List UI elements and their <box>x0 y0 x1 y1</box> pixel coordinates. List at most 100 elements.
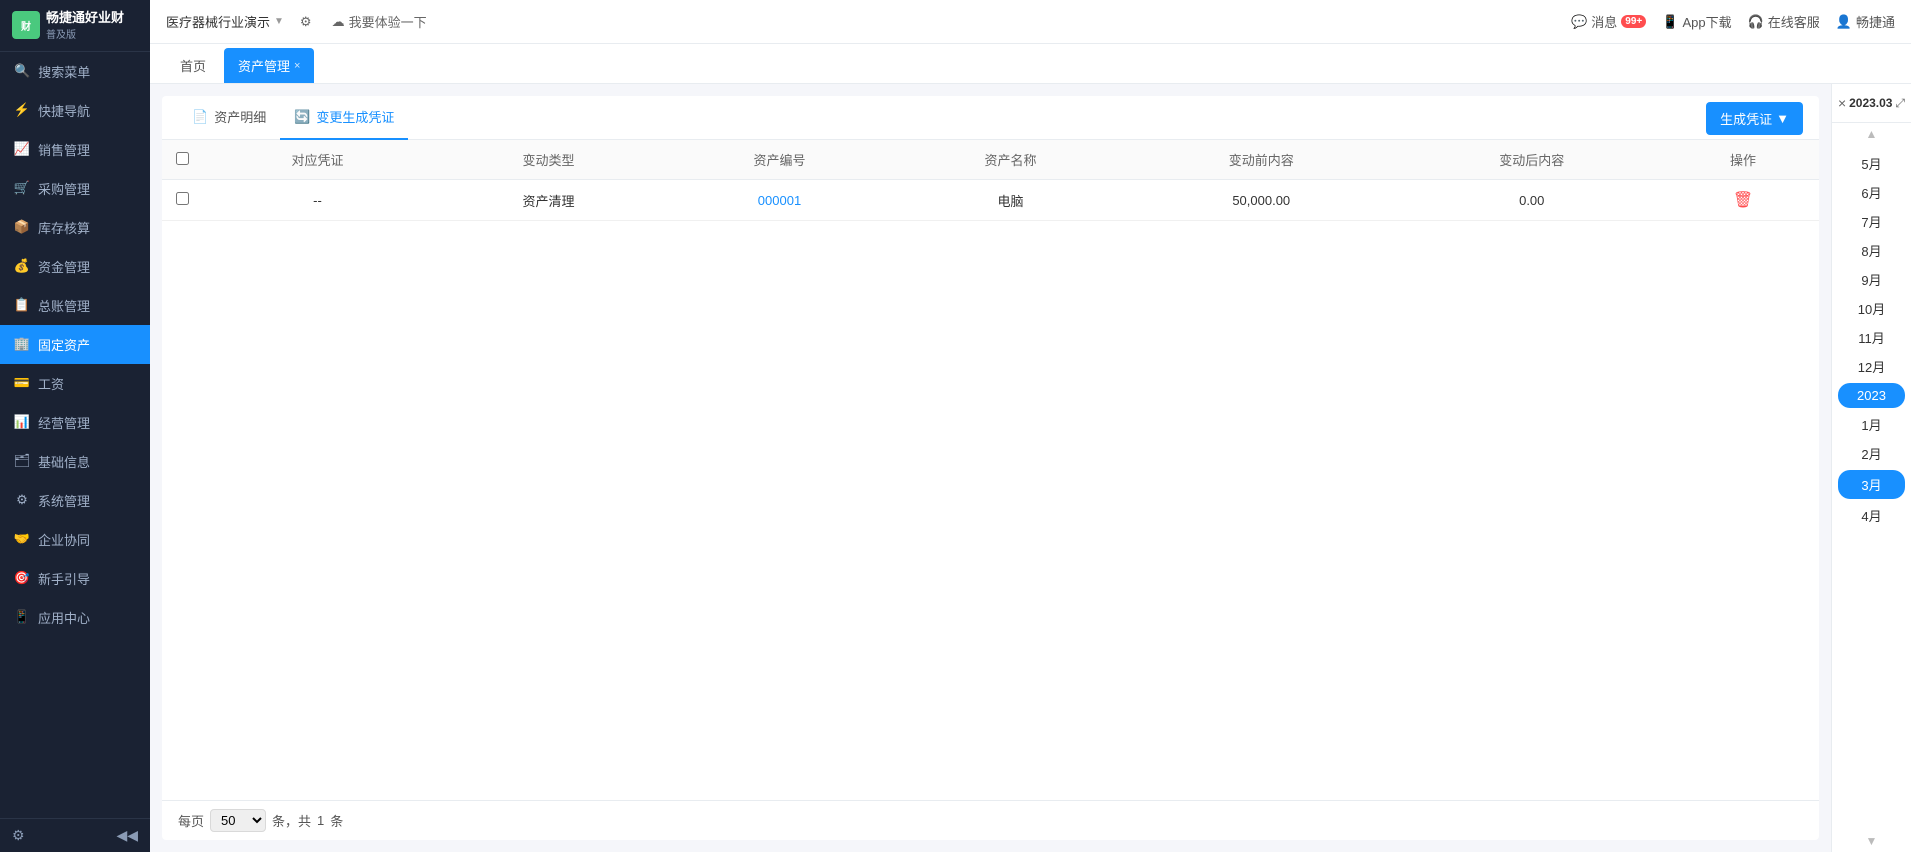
nav-label-quick-nav: 快捷导航 <box>38 101 90 120</box>
sub-tab-asset-detail[interactable]: 📄 资产明细 <box>178 96 280 140</box>
date-month-item[interactable]: 11月 <box>1832 323 1911 352</box>
nav-label-app-center: 应用中心 <box>38 608 90 627</box>
tab-home[interactable]: 首页 <box>166 48 220 83</box>
nav-icon-app-center: 📱 <box>14 609 30 625</box>
logo-icon: 财 <box>12 11 40 39</box>
sidebar-item-basic-info[interactable]: 🗂基础信息 <box>0 442 150 481</box>
user-avatar-icon: 👤 <box>1836 14 1852 30</box>
settings-icon[interactable]: ⚙ <box>12 827 25 844</box>
nav-icon-basic-info: 🗂 <box>14 453 30 469</box>
search-icon: 🔍 <box>14 63 30 79</box>
search-menu[interactable]: 🔍 搜索菜单 <box>0 52 150 91</box>
date-panel-items: 5月6月7月8月9月10月11月12月20231月2月3月4月 <box>1832 145 1911 830</box>
collapse-icon[interactable]: ◀◀ <box>116 827 138 844</box>
sidebar-item-enterprise[interactable]: 🤝企业协同 <box>0 520 150 559</box>
date-month-item[interactable]: 6月 <box>1832 178 1911 207</box>
tab-asset-mgmt-label: 资产管理 <box>238 56 290 75</box>
per-page-select[interactable]: 50 10 20 100 <box>210 809 266 832</box>
logo-text: 畅捷通好业财 <box>46 10 124 26</box>
sub-tabs: 📄 资产明细 🔄 变更生成凭证 生成凭证 ▼ <box>162 96 1819 140</box>
sidebar-item-ledger[interactable]: 📋 总账管理 <box>0 286 150 325</box>
header-checkbox-cell <box>162 140 202 180</box>
app-download-btn[interactable]: 📱 App下载 <box>1662 12 1731 31</box>
date-month-item[interactable]: 4月 <box>1832 501 1911 530</box>
online-service-label: 在线客服 <box>1768 12 1820 31</box>
nav-icon-quick-nav: ⚡ <box>14 102 30 118</box>
row-voucher: -- <box>202 180 433 221</box>
table-head: 对应凭证 变动类型 资产编号 资产名称 变动前内容 变动后内容 操作 <box>162 140 1819 180</box>
total-prefix: 条，共 <box>272 811 311 830</box>
sidebar-item-inventory[interactable]: 📦库存核算 <box>0 208 150 247</box>
sub-tab-change-voucher[interactable]: 🔄 变更生成凭证 <box>280 96 408 140</box>
row-checkbox-cell <box>162 180 202 221</box>
sidebar-item-guide[interactable]: 🎯新手引导 <box>0 559 150 598</box>
generate-voucher-btn[interactable]: 生成凭证 ▼ <box>1706 102 1803 135</box>
nav-label-ledger: 总账管理 <box>38 296 90 315</box>
header-voucher: 对应凭证 <box>202 140 433 180</box>
main-table: 对应凭证 变动类型 资产编号 资产名称 变动前内容 变动后内容 操作 <box>162 140 1819 221</box>
date-scroll-up[interactable]: ▲ <box>1832 123 1911 145</box>
change-voucher-icon: 🔄 <box>294 109 310 125</box>
date-month-item[interactable]: 1月 <box>1832 410 1911 439</box>
date-month-item[interactable]: 2月 <box>1832 439 1911 468</box>
app-download-icon: 📱 <box>1662 14 1678 30</box>
company-dropdown-arrow: ▼ <box>274 16 284 27</box>
date-month-item[interactable]: 9月 <box>1832 265 1911 294</box>
delete-icon[interactable]: 🗑 <box>1733 192 1753 209</box>
row-asset-no: 000001 <box>664 180 895 221</box>
generate-dropdown-arrow: ▼ <box>1776 111 1789 126</box>
header-settings-icon[interactable]: ⚙ <box>300 14 312 30</box>
select-all-checkbox[interactable] <box>176 152 189 165</box>
table-header-row: 对应凭证 变动类型 资产编号 资产名称 变动前内容 变动后内容 操作 <box>162 140 1819 180</box>
date-month-item[interactable]: 3月 <box>1838 470 1905 499</box>
row-change-type: 资产清理 <box>433 180 664 221</box>
nav-icon-ledger: 📋 <box>14 297 30 313</box>
app-download-label: App下载 <box>1682 12 1731 31</box>
sidebar: 财 畅捷通好业财 普及版 🔍 搜索菜单 ⚡快捷导航📈销售管理🛒采购管理📦库存核算… <box>0 0 150 852</box>
sidebar-item-app-center[interactable]: 📱 应用中心 <box>0 598 150 637</box>
date-month-item[interactable]: 12月 <box>1832 352 1911 381</box>
online-service-icon: 🎧 <box>1748 14 1764 30</box>
change-voucher-label: 变更生成凭证 <box>316 107 394 126</box>
date-month-item[interactable]: 10月 <box>1832 294 1911 323</box>
sidebar-item-purchase[interactable]: 🛒采购管理 <box>0 169 150 208</box>
top-header: 医疗器械行业演示 ▼ ⚙ ☁ 我要体验一下 💬 消息 99+ 📱 App下载 🎧… <box>150 0 1911 44</box>
date-year-label[interactable]: 2023 <box>1838 383 1905 408</box>
per-page-label: 每页 <box>178 811 204 830</box>
date-scroll-down[interactable]: ▼ <box>1832 830 1911 852</box>
sidebar-item-funds[interactable]: 💰资金管理 <box>0 247 150 286</box>
messages-icon: 💬 <box>1571 14 1587 30</box>
user-menu[interactable]: 👤 畅捷通 <box>1836 12 1895 31</box>
sidebar-item-salary[interactable]: 💳工资 <box>0 364 150 403</box>
nav-label-inventory: 库存核算 <box>38 218 90 237</box>
tab-close-icon[interactable]: × <box>294 60 300 72</box>
online-service-btn[interactable]: 🎧 在线客服 <box>1748 12 1820 31</box>
sidebar-item-system[interactable]: ⚙系统管理 <box>0 481 150 520</box>
tab-asset-mgmt[interactable]: 资产管理 × <box>224 48 314 83</box>
nav-icon-system: ⚙ <box>14 492 30 508</box>
experience-btn[interactable]: ☁ 我要体验一下 <box>332 12 427 31</box>
sidebar-item-fixed-assets[interactable]: 🏢固定资产 <box>0 325 150 364</box>
nav-icon-salary: 💳 <box>14 375 30 391</box>
sidebar-item-quick-nav[interactable]: ⚡ 快捷导航 <box>0 91 150 130</box>
date-month-item[interactable]: 5月 <box>1832 149 1911 178</box>
date-panel-close-btn[interactable]: × <box>1838 95 1846 111</box>
date-panel-year: 2023.03 <box>1849 92 1892 114</box>
sidebar-item-sales[interactable]: 📈销售管理 <box>0 130 150 169</box>
date-month-item[interactable]: 7月 <box>1832 207 1911 236</box>
company-name: 医疗器械行业演示 <box>166 12 270 31</box>
sidebar-item-operations[interactable]: 📊经营管理 <box>0 403 150 442</box>
company-selector[interactable]: 医疗器械行业演示 ▼ <box>166 12 284 31</box>
page-container: 📄 资产明细 🔄 变更生成凭证 生成凭证 ▼ <box>150 84 1911 852</box>
sidebar-bottom: ⚙ ◀◀ <box>0 818 150 852</box>
date-panel-expand-btn[interactable]: ⤢ <box>1895 96 1905 111</box>
date-panel: × 2023.03 ⤢ ▲ 5月6月7月8月9月10月11月12月20231月2… <box>1831 84 1911 852</box>
messages-btn[interactable]: 💬 消息 99+ <box>1571 12 1646 31</box>
row-checkbox[interactable] <box>176 192 189 205</box>
action-bar: 生成凭证 ▼ <box>1706 102 1803 135</box>
content-area: 📄 资产明细 🔄 变更生成凭证 生成凭证 ▼ <box>162 96 1819 840</box>
date-month-item[interactable]: 8月 <box>1832 236 1911 265</box>
nav-label-funds: 资金管理 <box>38 257 90 276</box>
nav-label-guide: 新手引导 <box>38 569 90 588</box>
date-panel-header: × 2023.03 ⤢ <box>1832 84 1911 123</box>
